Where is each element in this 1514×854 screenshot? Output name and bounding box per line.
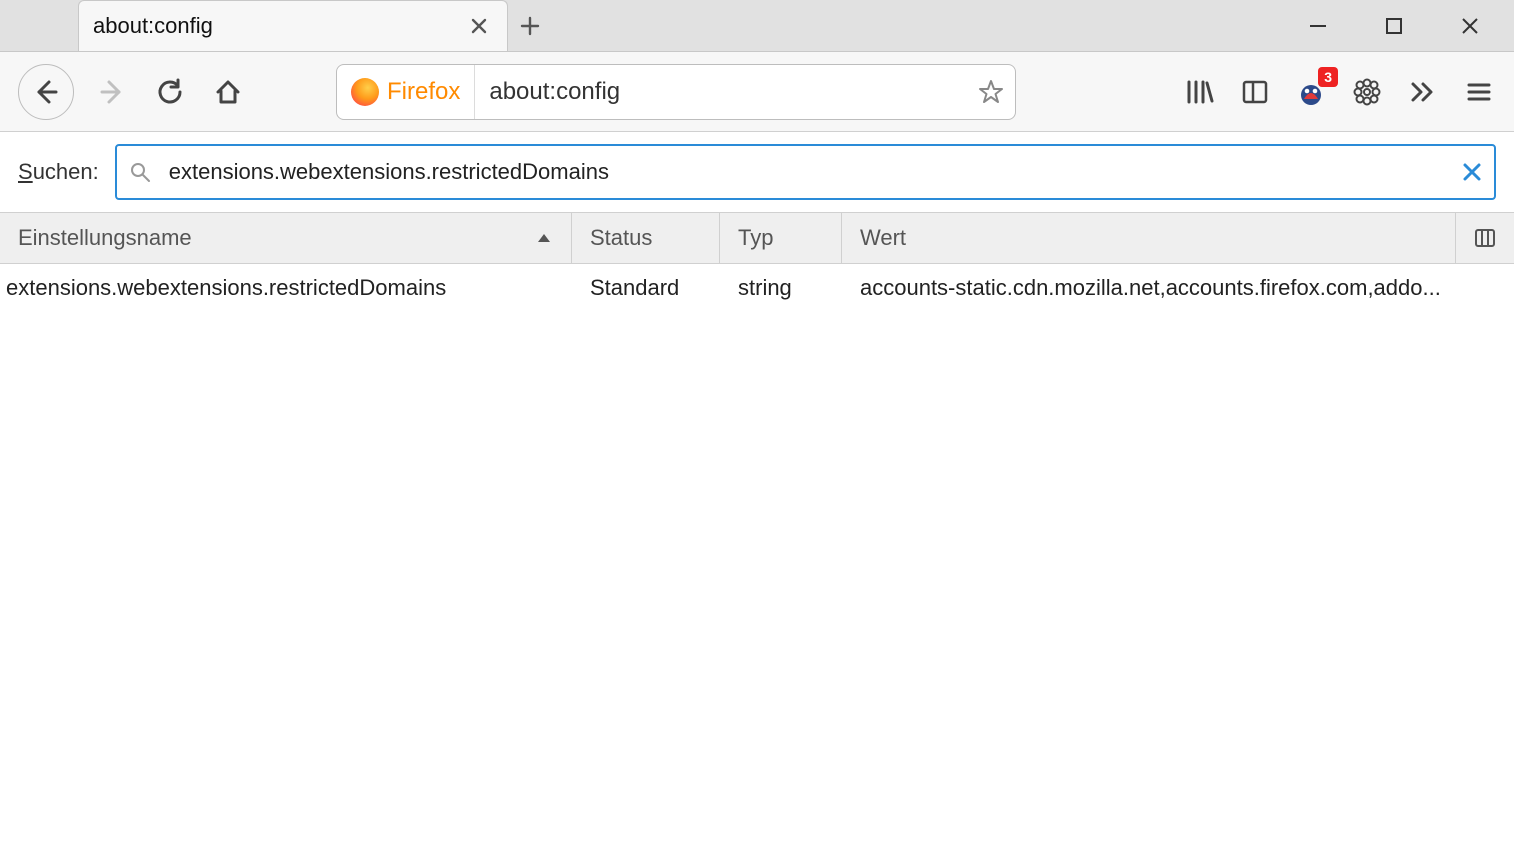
- browser-tab[interactable]: about:config: [78, 0, 508, 51]
- search-icon: [129, 161, 151, 183]
- column-picker-button[interactable]: [1456, 213, 1514, 263]
- close-window-button[interactable]: [1454, 10, 1486, 42]
- overflow-chevrons-icon[interactable]: [1406, 75, 1440, 109]
- back-button[interactable]: [18, 64, 74, 120]
- clear-search-icon[interactable]: [1462, 162, 1482, 182]
- column-header-type[interactable]: Typ: [720, 213, 842, 263]
- column-header-status[interactable]: Status: [572, 213, 720, 263]
- url-bar[interactable]: Firefox about:config: [336, 64, 1016, 120]
- column-header-value-label: Wert: [860, 225, 906, 251]
- table-row[interactable]: extensions.webextensions.restrictedDomai…: [0, 264, 1514, 312]
- firefox-logo-icon: [351, 78, 379, 106]
- close-tab-icon[interactable]: [465, 12, 493, 40]
- bookmark-star-icon[interactable]: [967, 79, 1015, 105]
- toolbar-right: 3: [1182, 75, 1496, 109]
- table-header: Einstellungsname Status Typ Wert: [0, 212, 1514, 264]
- forward-button[interactable]: [92, 72, 132, 112]
- tab-title: about:config: [93, 13, 465, 39]
- search-label: Suchen:: [18, 159, 99, 185]
- column-header-type-label: Typ: [738, 225, 773, 251]
- cell-pref-type: string: [720, 275, 842, 301]
- tab-strip: about:config: [0, 0, 1514, 52]
- url-text[interactable]: about:config: [475, 78, 967, 106]
- search-box[interactable]: [115, 144, 1496, 200]
- cell-pref-name: extensions.webextensions.restrictedDomai…: [0, 275, 572, 301]
- column-header-status-label: Status: [590, 225, 652, 251]
- cell-pref-value: accounts-static.cdn.mozilla.net,accounts…: [842, 275, 1514, 301]
- nav-toolbar: Firefox about:config 3: [0, 52, 1514, 132]
- home-button[interactable]: [208, 72, 248, 112]
- minimize-window-button[interactable]: [1302, 10, 1334, 42]
- column-header-value[interactable]: Wert: [842, 213, 1456, 263]
- extension-noscript-icon[interactable]: 3: [1294, 75, 1328, 109]
- search-input[interactable]: [167, 158, 1444, 186]
- window-controls: [1302, 0, 1514, 51]
- config-search-row: Suchen:: [0, 132, 1514, 212]
- identity-label: Firefox: [387, 78, 460, 106]
- table-body: extensions.webextensions.restrictedDomai…: [0, 264, 1514, 312]
- library-icon[interactable]: [1182, 75, 1216, 109]
- identity-box[interactable]: Firefox: [337, 65, 475, 119]
- tabstrip-left-spacer: [0, 0, 78, 51]
- reload-button[interactable]: [150, 72, 190, 112]
- cell-pref-status: Standard: [572, 275, 720, 301]
- search-box-wrap: [115, 144, 1496, 200]
- maximize-window-button[interactable]: [1378, 10, 1410, 42]
- column-header-name[interactable]: Einstellungsname: [0, 213, 572, 263]
- column-header-name-label: Einstellungsname: [18, 225, 192, 251]
- hamburger-menu-icon[interactable]: [1462, 75, 1496, 109]
- sort-ascending-icon: [537, 233, 551, 243]
- extension-badge: 3: [1318, 67, 1338, 87]
- extension-flower-icon[interactable]: [1350, 75, 1384, 109]
- sidebar-icon[interactable]: [1238, 75, 1272, 109]
- new-tab-button[interactable]: [508, 0, 552, 51]
